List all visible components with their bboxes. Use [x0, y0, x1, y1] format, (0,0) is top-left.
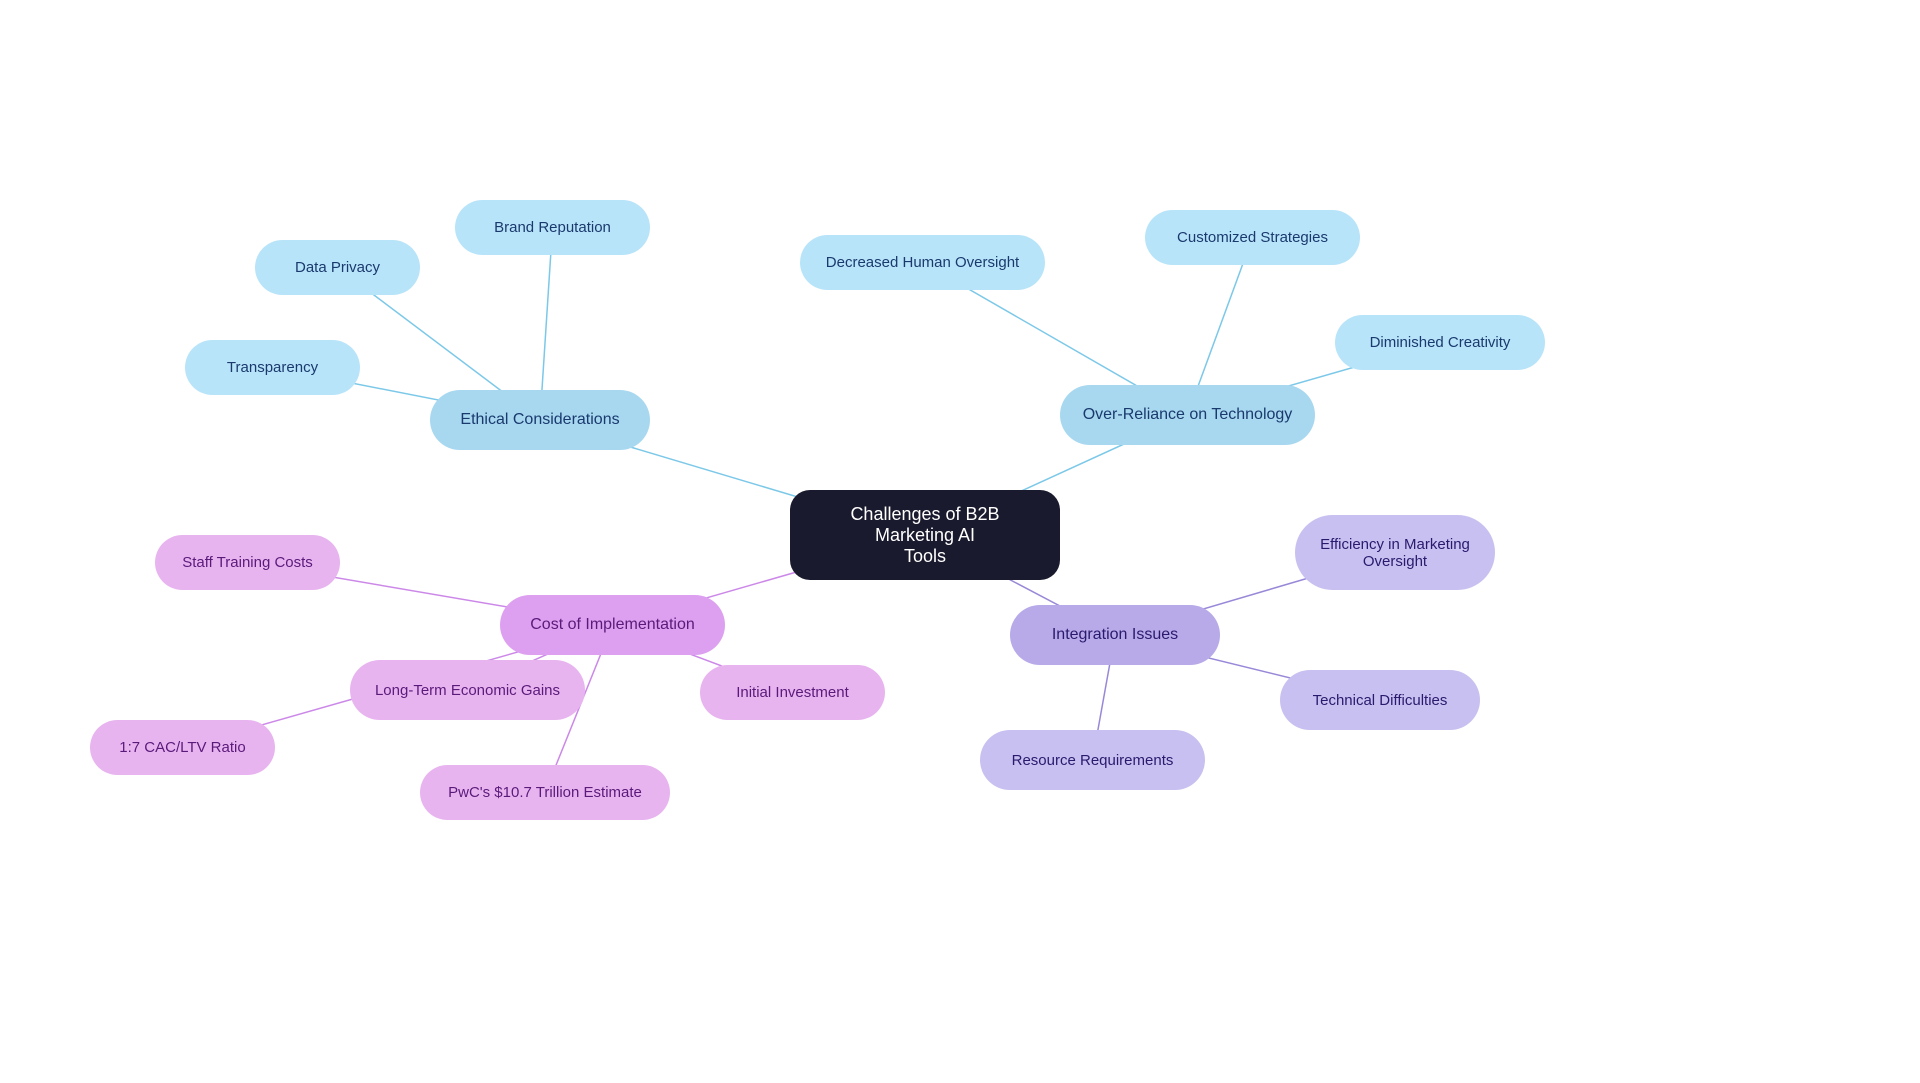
child-node-ethical-1: Brand Reputation	[455, 200, 650, 255]
child-node-integration-2: Resource Requirements	[980, 730, 1205, 790]
child-node-integration-0: Efficiency in MarketingOversight	[1295, 515, 1495, 590]
mid-node-cost: Cost of Implementation	[500, 595, 725, 655]
child-node-cost-1: Initial Investment	[700, 665, 885, 720]
child-node-cost-4: PwC's $10.7 Trillion Estimate	[420, 765, 670, 820]
child-node-cost-3: 1:7 CAC/LTV Ratio	[90, 720, 275, 775]
mid-node-integration: Integration Issues	[1010, 605, 1220, 665]
mid-node-over-reliance: Over-Reliance on Technology	[1060, 385, 1315, 445]
child-node-cost-2: Long-Term Economic Gains	[350, 660, 585, 720]
center-node: Challenges of B2B Marketing AITools	[790, 490, 1060, 580]
child-node-ethical-2: Transparency	[185, 340, 360, 395]
child-node-over-reliance-0: Decreased Human Oversight	[800, 235, 1045, 290]
child-node-integration-1: Technical Difficulties	[1280, 670, 1480, 730]
mindmap-container: Challenges of B2B Marketing AITools Ethic…	[0, 0, 1920, 1083]
child-node-cost-0: Staff Training Costs	[155, 535, 340, 590]
child-node-over-reliance-1: Customized Strategies	[1145, 210, 1360, 265]
child-node-ethical-0: Data Privacy	[255, 240, 420, 295]
mid-node-ethical: Ethical Considerations	[430, 390, 650, 450]
child-node-over-reliance-2: Diminished Creativity	[1335, 315, 1545, 370]
